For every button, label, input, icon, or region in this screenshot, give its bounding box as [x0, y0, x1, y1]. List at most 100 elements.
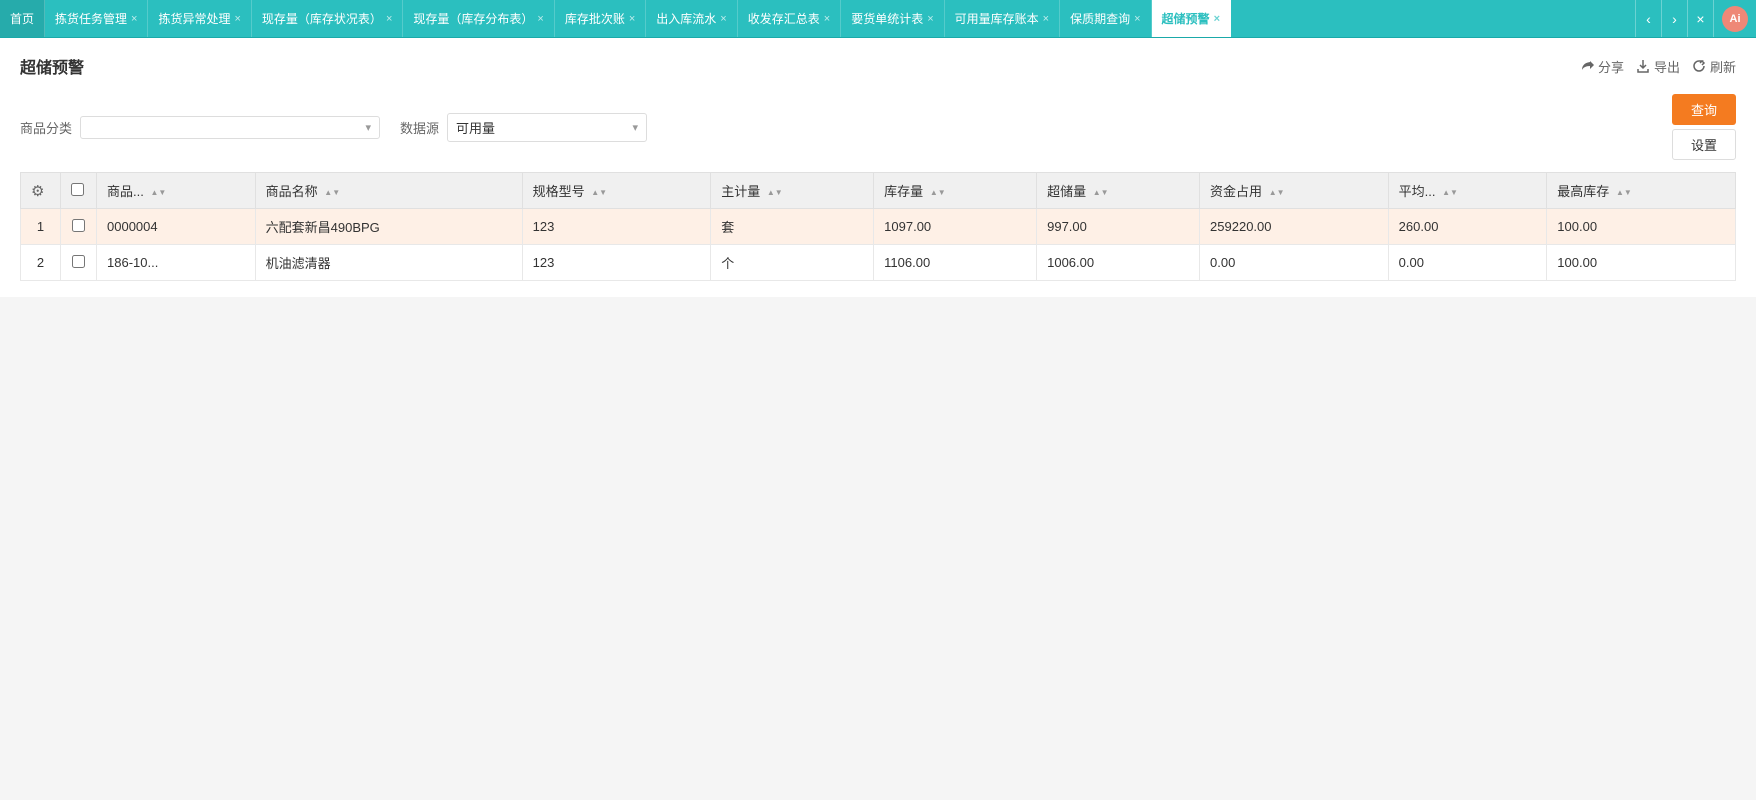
gear-icon[interactable]: ⚙ [31, 183, 44, 200]
user-avatar[interactable]: Ai [1722, 6, 1748, 32]
nav-tab-batch[interactable]: 库存批次账 × [555, 0, 646, 37]
row-checkbox[interactable] [72, 255, 85, 268]
chevron-down-icon-datasource: ▾ [633, 121, 639, 134]
close-icon-reqstat[interactable]: × [927, 13, 933, 25]
row-spec: 123 [522, 245, 711, 281]
close-icon-flow[interactable]: × [720, 13, 726, 25]
datasource-value: 可用量 [456, 118, 495, 137]
nav-tab-expiry-label: 保质期查询 [1070, 10, 1130, 27]
col-header-name[interactable]: 商品名称 ▲▼ [255, 173, 522, 209]
export-button[interactable]: 导出 [1636, 57, 1680, 76]
col-header-check [61, 173, 97, 209]
row-stock: 1106.00 [874, 245, 1037, 281]
col-header-max[interactable]: 最高库存 ▲▼ [1547, 173, 1736, 209]
nav-tab-exception[interactable]: 拣货异常处理 × [148, 0, 251, 37]
nav-tab-task[interactable]: 拣货任务管理 × [45, 0, 148, 37]
sort-icon-spec: ▲▼ [591, 189, 607, 197]
row-checkbox-cell [61, 209, 97, 245]
nav-tab-reqstat[interactable]: 要货单统计表 × [841, 0, 944, 37]
close-icon-batch[interactable]: × [629, 13, 635, 25]
row-product-code: 186-10... [97, 245, 256, 281]
nav-tab-flow[interactable]: 出入库流水 × [646, 0, 737, 37]
row-index: 2 [21, 245, 61, 281]
col-header-avg[interactable]: 平均... ▲▼ [1388, 173, 1547, 209]
category-label: 商品分类 [20, 118, 72, 137]
table-body: 1 0000004 六配套新昌490BPG 123 套 1097.00 997.… [21, 209, 1736, 281]
col-header-code[interactable]: 商品... ▲▼ [97, 173, 256, 209]
nav-arrow-right[interactable]: › [1661, 0, 1687, 37]
close-icon-expiry[interactable]: × [1134, 13, 1140, 25]
row-avg: 260.00 [1388, 209, 1547, 245]
nav-arrow-close[interactable]: × [1687, 0, 1713, 37]
share-label: 分享 [1598, 57, 1624, 76]
col-header-capital[interactable]: 资金占用 ▲▼ [1200, 173, 1389, 209]
nav-tab-home-label: 首页 [10, 10, 34, 27]
close-icon-exception[interactable]: × [234, 13, 240, 25]
page-title: 超储预警 [20, 54, 84, 78]
nav-tab-flow-label: 出入库流水 [656, 10, 716, 27]
row-unit: 个 [711, 245, 874, 281]
close-icon-task[interactable]: × [131, 13, 137, 25]
query-button[interactable]: 查询 [1672, 94, 1736, 125]
sort-icon-overflow: ▲▼ [1093, 189, 1109, 197]
close-icon-stock-status[interactable]: × [386, 13, 392, 25]
row-unit: 套 [711, 209, 874, 245]
sort-icon-unit: ▲▼ [767, 189, 783, 197]
nav-arrow-left[interactable]: ‹ [1635, 0, 1661, 37]
close-icon-usable[interactable]: × [1043, 13, 1049, 25]
nav-tab-usable[interactable]: 可用量库存账本 × [945, 0, 1060, 37]
nav-tab-overflow-alert[interactable]: 超储预警 × [1152, 0, 1231, 37]
refresh-icon [1692, 59, 1706, 73]
row-spec: 123 [522, 209, 711, 245]
nav-tab-reqstat-label: 要货单统计表 [851, 10, 923, 27]
datasource-select[interactable]: 可用量 ▾ [447, 113, 647, 142]
col-header-stock[interactable]: 库存量 ▲▼ [874, 173, 1037, 209]
row-max-stock: 100.00 [1547, 209, 1736, 245]
close-icon-stock-dist[interactable]: × [537, 13, 543, 25]
settings-button[interactable]: 设置 [1672, 129, 1736, 160]
header-actions: 分享 导出 刷新 [1580, 57, 1736, 76]
nav-tab-usable-label: 可用量库存账本 [955, 10, 1039, 27]
nav-tab-task-label: 拣货任务管理 [55, 10, 127, 27]
refresh-button[interactable]: 刷新 [1692, 57, 1736, 76]
row-avg: 0.00 [1388, 245, 1547, 281]
row-overflow: 1006.00 [1037, 245, 1200, 281]
nav-tab-batch-label: 库存批次账 [565, 10, 625, 27]
nav-arrows: ‹ › × Ai [1635, 0, 1756, 37]
sort-icon-name: ▲▼ [324, 189, 340, 197]
close-icon-overflow[interactable]: × [1214, 13, 1220, 25]
row-product-name: 六配套新昌490BPG [255, 209, 522, 245]
col-header-overflow[interactable]: 超储量 ▲▼ [1037, 173, 1200, 209]
nav-tab-home[interactable]: 首页 [0, 0, 45, 37]
table-row: 1 0000004 六配套新昌490BPG 123 套 1097.00 997.… [21, 209, 1736, 245]
export-icon [1636, 59, 1650, 73]
row-max-stock: 100.00 [1547, 245, 1736, 281]
datasource-label: 数据源 [400, 118, 439, 137]
col-header-unit[interactable]: 主计量 ▲▼ [711, 173, 874, 209]
row-stock: 1097.00 [874, 209, 1037, 245]
nav-tab-summary-label: 收发存汇总表 [748, 10, 820, 27]
export-label: 导出 [1654, 57, 1680, 76]
refresh-label: 刷新 [1710, 57, 1736, 76]
sort-icon-max: ▲▼ [1616, 189, 1632, 197]
select-all-checkbox[interactable] [71, 183, 84, 196]
share-button[interactable]: 分享 [1580, 57, 1624, 76]
close-icon-summary[interactable]: × [824, 13, 830, 25]
row-checkbox[interactable] [72, 219, 85, 232]
nav-tab-expiry[interactable]: 保质期查询 × [1060, 0, 1151, 37]
nav-tab-stock-dist[interactable]: 现存量（库存分布表） × [403, 0, 554, 37]
action-buttons: 查询 设置 [1672, 94, 1736, 160]
sort-icon-capital: ▲▼ [1269, 189, 1285, 197]
table-row: 2 186-10... 机油滤清器 123 个 1106.00 1006.00 … [21, 245, 1736, 281]
row-product-code: 0000004 [97, 209, 256, 245]
col-header-spec[interactable]: 规格型号 ▲▼ [522, 173, 711, 209]
nav-tab-summary[interactable]: 收发存汇总表 × [738, 0, 841, 37]
nav-tab-stock-status[interactable]: 现存量（库存状况表） × [252, 0, 403, 37]
col-header-gear: ⚙ [21, 173, 61, 209]
nav-tab-exception-label: 拣货异常处理 [158, 10, 230, 27]
row-checkbox-cell [61, 245, 97, 281]
category-select[interactable]: ▾ [80, 116, 380, 139]
sort-icon-code: ▲▼ [150, 189, 166, 197]
row-index: 1 [21, 209, 61, 245]
data-table: ⚙ 商品... ▲▼ 商品名称 ▲▼ 规格型号 ▲▼ 主计 [20, 172, 1736, 281]
